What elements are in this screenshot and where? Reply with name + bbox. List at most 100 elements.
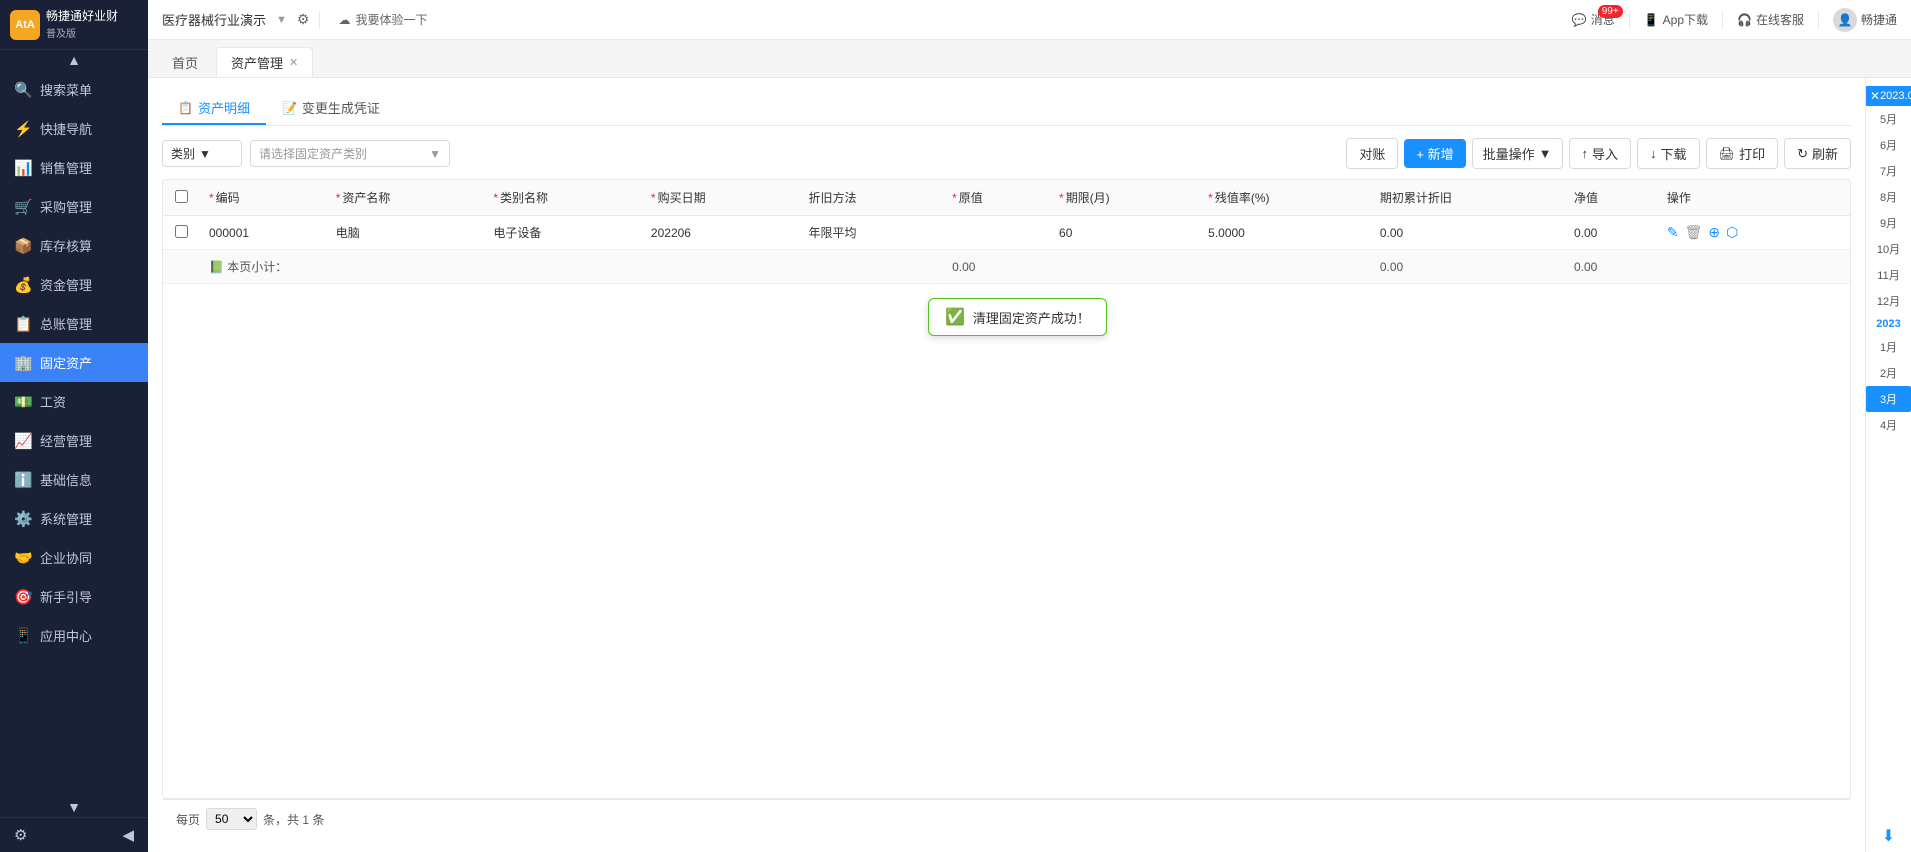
month-7[interactable]: 7月 — [1866, 158, 1911, 184]
month-2[interactable]: 2月 — [1866, 360, 1911, 386]
dropdown-chevron-icon: ▼ — [429, 147, 441, 161]
col-purchase-date: *购买日期 — [641, 180, 799, 216]
col-initial-depr: 期初累计折旧 — [1370, 180, 1564, 216]
reconcile-button[interactable]: 对账 — [1346, 138, 1398, 169]
sidebar-item-operations[interactable]: 📈 经营管理 — [0, 421, 148, 460]
sidebar-scroll-up[interactable]: ▲ — [0, 50, 148, 70]
online-service-btn[interactable]: 🎧 在线客服 — [1737, 11, 1804, 28]
select-all-checkbox[interactable] — [175, 190, 188, 203]
select-all-cell[interactable] — [163, 180, 199, 216]
tab-close-icon[interactable]: ✕ — [289, 56, 298, 69]
sidebar-scroll-down[interactable]: ▼ — [0, 797, 148, 817]
table-wrapper: *编码 *资产名称 *类别名称 *购买日期 折旧方法 *原值 *期限(月) *残… — [162, 179, 1851, 799]
settings-gear-icon[interactable]: ⚙ — [297, 11, 310, 28]
cell-category: 电子设备 — [483, 216, 641, 250]
toast-success: ✅ 清理固定资产成功！ — [928, 298, 1107, 336]
right-panel: ✕ 2023.03 ⬡ 5月 6月 7月 8月 9月 10月 11月 12月 2… — [1865, 78, 1911, 852]
topbar-divider4 — [1818, 12, 1819, 28]
row-checkbox[interactable] — [175, 225, 188, 238]
sidebar-item-ledger[interactable]: 📋 总账管理 — [0, 304, 148, 343]
right-panel-close-icon[interactable]: ✕ — [1870, 89, 1880, 103]
sidebar-item-inventory[interactable]: 📦 库存核算 — [0, 226, 148, 265]
month-10[interactable]: 10月 — [1866, 236, 1911, 262]
category-filter[interactable]: 类别 ▼ — [162, 140, 242, 167]
sidebar-item-label: 系统管理 — [40, 509, 92, 528]
more-icon[interactable]: ⬡ — [1726, 224, 1738, 241]
month-11[interactable]: 11月 — [1866, 262, 1911, 288]
cell-name: 电脑 — [326, 216, 484, 250]
edit-icon[interactable]: ✎ — [1667, 224, 1679, 241]
col-period: *期限(月) — [1049, 180, 1198, 216]
month-1[interactable]: 1月 — [1866, 334, 1911, 360]
month-3-current[interactable]: 3月 — [1866, 386, 1911, 412]
sub-tab-change-voucher-label: 变更生成凭证 — [302, 98, 380, 117]
message-icon: 💬 — [1572, 13, 1587, 27]
message-badge: 99+ — [1598, 5, 1623, 18]
logo-icon: AtA — [10, 10, 40, 40]
sidebar-item-fixed-assets[interactable]: 🏢 固定资产 — [0, 343, 148, 382]
sidebar-item-sales[interactable]: 📊 销售管理 — [0, 148, 148, 187]
refresh-button[interactable]: ↻ 刷新 — [1784, 138, 1851, 169]
import-icon: ↑ — [1582, 146, 1589, 161]
topbar-divider — [319, 12, 320, 28]
month-6[interactable]: 6月 — [1866, 132, 1911, 158]
batch-ops-label: 批量操作 — [1483, 144, 1535, 163]
message-btn[interactable]: 💬 消息 99+ — [1572, 11, 1615, 28]
app-download-label: App下载 — [1663, 11, 1708, 28]
app-version: 普及版 — [46, 25, 118, 40]
search-icon: 🔍 — [14, 81, 32, 99]
change-icon: 📝 — [282, 101, 297, 115]
topbar-divider3 — [1722, 12, 1723, 28]
sub-tab-change-voucher[interactable]: 📝 变更生成凭证 — [266, 92, 396, 125]
ledger-icon: 📋 — [14, 315, 32, 333]
category-dropdown[interactable]: 请选择固定资产类别 ▼ — [250, 140, 450, 167]
download-label: 下载 — [1661, 144, 1687, 163]
subtotal-book-icon: 📗 — [209, 260, 224, 274]
month-4[interactable]: 4月 — [1866, 412, 1911, 438]
sidebar-item-purchase[interactable]: 🛒 采购管理 — [0, 187, 148, 226]
sidebar-item-system[interactable]: ⚙️ 系统管理 — [0, 499, 148, 538]
sidebar-item-basic-info[interactable]: ℹ️ 基础信息 — [0, 460, 148, 499]
right-panel-bottom: ⬇ — [1882, 820, 1895, 852]
sidebar-item-beginner[interactable]: 🎯 新手引导 — [0, 577, 148, 616]
collapse-icon[interactable]: ◀ — [122, 826, 134, 844]
settings-icon[interactable]: ⚙ — [14, 826, 27, 844]
col-actions: 操作 — [1657, 180, 1850, 216]
dropdown-arrow-icon[interactable]: ▼ — [276, 14, 287, 26]
sidebar-item-quick-nav[interactable]: ⚡ 快捷导航 — [0, 109, 148, 148]
month-12[interactable]: 12月 — [1866, 288, 1911, 314]
service-icon: 🎧 — [1737, 13, 1752, 27]
user-area[interactable]: 👤 畅捷通 — [1833, 8, 1897, 32]
sidebar-logo: AtA 畅捷通好业财 普及版 — [0, 0, 148, 50]
print-button[interactable]: 🖨 打印 — [1706, 138, 1779, 169]
content-main: 📋 资产明细 📝 变更生成凭证 类别 ▼ 请选择固定资产类别 — [148, 78, 1865, 852]
system-icon: ⚙️ — [14, 510, 32, 528]
panel-arrow-down-icon[interactable]: ⬇ — [1882, 826, 1895, 846]
sub-tab-asset-detail[interactable]: 📋 资产明细 — [162, 92, 266, 125]
per-page-select[interactable]: 10 20 50 100 — [206, 808, 257, 830]
app-download-btn[interactable]: 📱 App下载 — [1644, 11, 1708, 28]
filter-label: 类别 — [171, 145, 195, 162]
sidebar-item-label: 应用中心 — [40, 626, 92, 645]
main-area: 医疗器械行业演示 ▼ ⚙ ☁ 我要体验一下 💬 消息 99+ 📱 App下载 🎧… — [148, 0, 1911, 852]
month-8[interactable]: 8月 — [1866, 184, 1911, 210]
sidebar-item-enterprise[interactable]: 🤝 企业协同 — [0, 538, 148, 577]
sidebar-item-app-center[interactable]: 📱 应用中心 — [0, 616, 148, 655]
delete-icon[interactable]: 🗑 — [1685, 224, 1703, 241]
new-button[interactable]: + 新增 — [1404, 139, 1465, 168]
batch-ops-button[interactable]: 批量操作 ▼ — [1472, 138, 1563, 169]
subtotal-original-value: 0.00 — [942, 250, 1049, 284]
import-button[interactable]: ↑ 导入 — [1569, 138, 1632, 169]
cell-purchase-date: 202206 — [641, 216, 799, 250]
tab-asset-mgmt[interactable]: 资产管理 ✕ — [216, 47, 313, 77]
print-label: 打印 — [1739, 144, 1765, 163]
download-button[interactable]: ↓ 下载 — [1637, 138, 1700, 169]
sidebar-item-search[interactable]: 🔍 搜索菜单 — [0, 70, 148, 109]
tab-home[interactable]: 首页 — [158, 47, 212, 77]
copy-icon[interactable]: ⊕ — [1708, 224, 1720, 241]
row-checkbox-cell[interactable] — [163, 216, 199, 250]
month-5[interactable]: 5月 — [1866, 106, 1911, 132]
sidebar-item-funds[interactable]: 💰 资金管理 — [0, 265, 148, 304]
sidebar-item-payroll[interactable]: 💵 工资 — [0, 382, 148, 421]
month-9[interactable]: 9月 — [1866, 210, 1911, 236]
